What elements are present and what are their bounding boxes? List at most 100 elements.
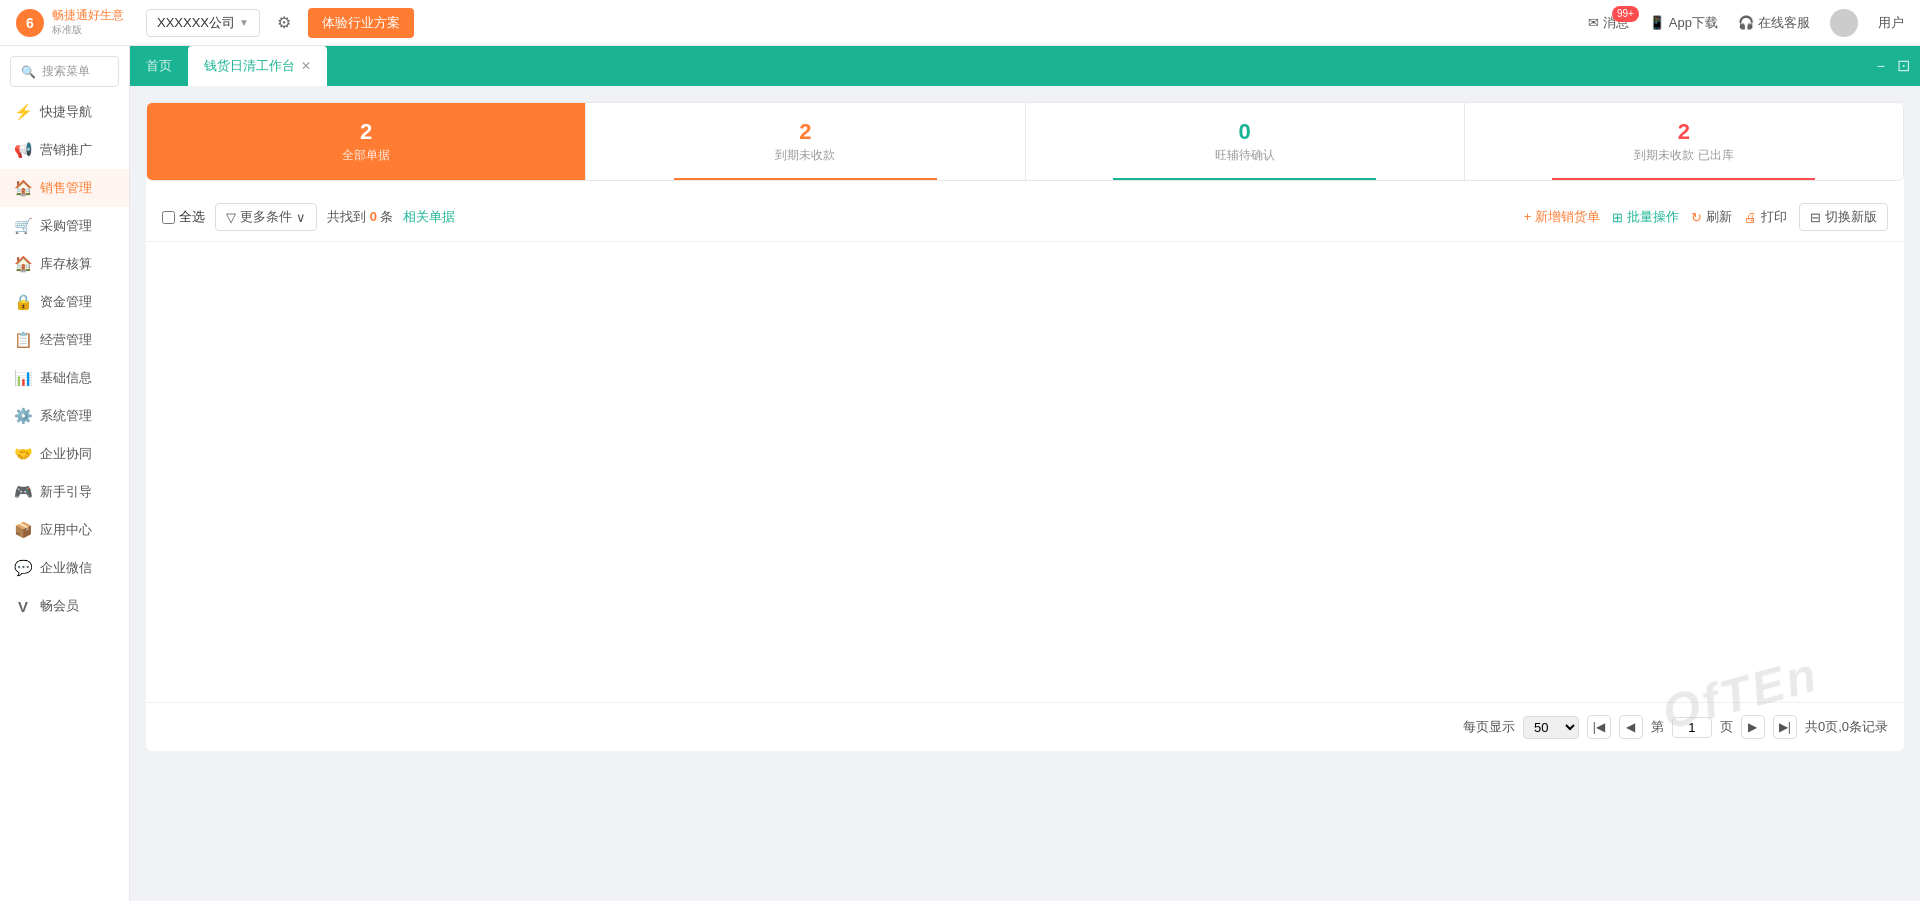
wechat-icon: 💬 [14,559,32,577]
sidebar-item-label: 应用中心 [40,521,92,539]
download-icon: 📱 [1649,15,1665,30]
batch-icon: ⊞ [1612,210,1623,225]
print-label: 打印 [1761,208,1787,226]
underline-pending [1113,178,1376,180]
online-service-label: 在线客服 [1758,14,1810,32]
page-suffix: 页 [1720,718,1733,736]
sidebar-item-system[interactable]: ⚙️ 系统管理 [0,397,129,435]
refresh-icon: ↻ [1691,210,1702,225]
stat-label-overdue: 到期未收款 [606,147,1004,164]
stat-card-all[interactable]: 2 全部单据 [147,103,586,180]
stat-card-overdue[interactable]: 2 到期未收款 [586,103,1025,180]
sidebar-item-label: 畅会员 [40,597,79,615]
tab-close-icon[interactable]: ✕ [301,59,311,73]
header-right: ✉ 消息 99+ 📱 App下载 🎧 在线客服 用户 [1588,9,1904,37]
stat-number-overdue: 2 [606,119,1004,145]
filter-icon: ▽ [226,210,236,225]
message-icon: ✉ [1588,15,1599,30]
sidebar-item-wechat[interactable]: 💬 企业微信 [0,549,129,587]
sidebar-search-area: 🔍 搜索菜单 [0,46,129,93]
prev-page-button[interactable]: ◀ [1619,715,1643,739]
sidebar-item-label: 基础信息 [40,369,92,387]
sidebar-item-quicknav[interactable]: ⚡ 快捷导航 [0,93,129,131]
inventory-icon: 🏠 [14,255,32,273]
stat-card-pending[interactable]: 0 旺辅待确认 [1026,103,1465,180]
refresh-button[interactable]: ↻ 刷新 [1691,208,1732,226]
app-download-button[interactable]: 📱 App下载 [1649,14,1718,32]
select-all-input[interactable] [162,211,175,224]
stat-label-pending: 旺辅待确认 [1046,147,1444,164]
stat-card-overdue-out[interactable]: 2 到期未收款 已出库 [1465,103,1903,180]
logo-area: 6 畅捷通好生意 标准版 [16,8,146,38]
first-page-button[interactable]: |◀ [1587,715,1611,739]
window-minimize-icon[interactable]: － [1873,56,1889,77]
sidebar-item-member[interactable]: V 畅会员 [0,587,129,625]
print-button[interactable]: 🖨 打印 [1744,208,1787,226]
sidebar-item-label: 经营管理 [40,331,92,349]
sidebar-item-marketing[interactable]: 📢 营销推广 [0,131,129,169]
operations-icon: 📋 [14,331,32,349]
sidebar-item-label: 资金管理 [40,293,92,311]
new-sale-button[interactable]: + 新增销货单 [1524,208,1600,226]
apps-icon: 📦 [14,521,32,539]
select-all-checkbox[interactable]: 全选 [162,208,205,226]
sidebar-item-label: 采购管理 [40,217,92,235]
page-input[interactable] [1672,717,1712,738]
found-text: 共找到 0 条 [327,208,393,226]
tab-home[interactable]: 首页 [130,46,188,86]
tab-workbench-label: 钱货日清工作台 [204,57,295,75]
sidebar-item-basic[interactable]: 📊 基础信息 [0,359,129,397]
sidebar: 🔍 搜索菜单 ⚡ 快捷导航 📢 营销推广 🏠 销售管理 🛒 采购管理 🏠 库存核… [0,0,130,901]
next-page-button[interactable]: ▶ [1741,715,1765,739]
online-service-button[interactable]: 🎧 在线客服 [1738,14,1810,32]
switch-version-button[interactable]: ⊟ 切换新版 [1799,203,1888,231]
sidebar-item-label: 新手引导 [40,483,92,501]
last-page-button[interactable]: ▶| [1773,715,1797,739]
select-all-label: 全选 [179,208,205,226]
trial-button[interactable]: 体验行业方案 [308,8,414,38]
service-icon: 🎧 [1738,15,1754,30]
more-filters-button[interactable]: ▽ 更多条件 ∨ [215,203,317,231]
app-edition: 标准版 [52,23,124,37]
search-menu-label: 搜索菜单 [42,63,90,80]
sidebar-item-sales[interactable]: 🏠 销售管理 [0,169,129,207]
finance-icon: 🔒 [14,293,32,311]
batch-ops-button[interactable]: ⊞ 批量操作 [1612,208,1679,226]
stat-number-overdue-out: 2 [1485,119,1883,145]
sidebar-item-inventory[interactable]: 🏠 库存核算 [0,245,129,283]
window-maximize-icon[interactable]: ⊡ [1897,56,1910,77]
underline-overdue-out [1552,178,1815,180]
related-button[interactable]: 相关单据 [403,208,455,226]
stat-label-overdue-out: 到期未收款 已出库 [1485,147,1883,164]
pagination-bar: 每页显示 50 100 200 |◀ ◀ 第 页 ▶ ▶| 共0页,0条记录 [146,702,1904,751]
stat-label-all: 全部单据 [167,147,565,164]
company-selector[interactable]: XXXXXX公司 ▼ [146,9,260,37]
basic-icon: 📊 [14,369,32,387]
sidebar-item-guide[interactable]: 🎮 新手引导 [0,473,129,511]
sidebar-item-enterprise[interactable]: 🤝 企业协同 [0,435,129,473]
sidebar-item-apps[interactable]: 📦 应用中心 [0,511,129,549]
settings-button[interactable]: ⚙ [270,9,298,37]
sidebar-item-operations[interactable]: 📋 经营管理 [0,321,129,359]
found-count: 0 [370,209,377,224]
sidebar-item-finance[interactable]: 🔒 资金管理 [0,283,129,321]
sidebar-item-purchase[interactable]: 🛒 采购管理 [0,207,129,245]
main-content: 2 全部单据 2 到期未收款 0 旺辅待确认 2 到期未收款 已出库 [130,86,1920,901]
batch-ops-label: 批量操作 [1627,208,1679,226]
tab-workbench[interactable]: 钱货日清工作台 ✕ [188,46,327,86]
per-page-select[interactable]: 50 100 200 [1523,716,1579,739]
message-button[interactable]: ✉ 消息 99+ [1588,14,1629,32]
avatar[interactable] [1830,9,1858,37]
guide-icon: 🎮 [14,483,32,501]
search-menu-button[interactable]: 🔍 搜索菜单 [10,56,119,87]
sidebar-item-label: 企业微信 [40,559,92,577]
filter-chevron-icon: ∨ [296,210,306,225]
sidebar-item-label: 系统管理 [40,407,92,425]
switch-label: 切换新版 [1825,208,1877,226]
tab-window-controls: － ⊡ [1873,56,1920,77]
stats-row: 2 全部单据 2 到期未收款 0 旺辅待确认 2 到期未收款 已出库 [146,102,1904,181]
sidebar-item-label: 企业协同 [40,445,92,463]
sales-icon: 🏠 [14,179,32,197]
underline-overdue [674,178,937,180]
switch-icon: ⊟ [1810,210,1821,225]
